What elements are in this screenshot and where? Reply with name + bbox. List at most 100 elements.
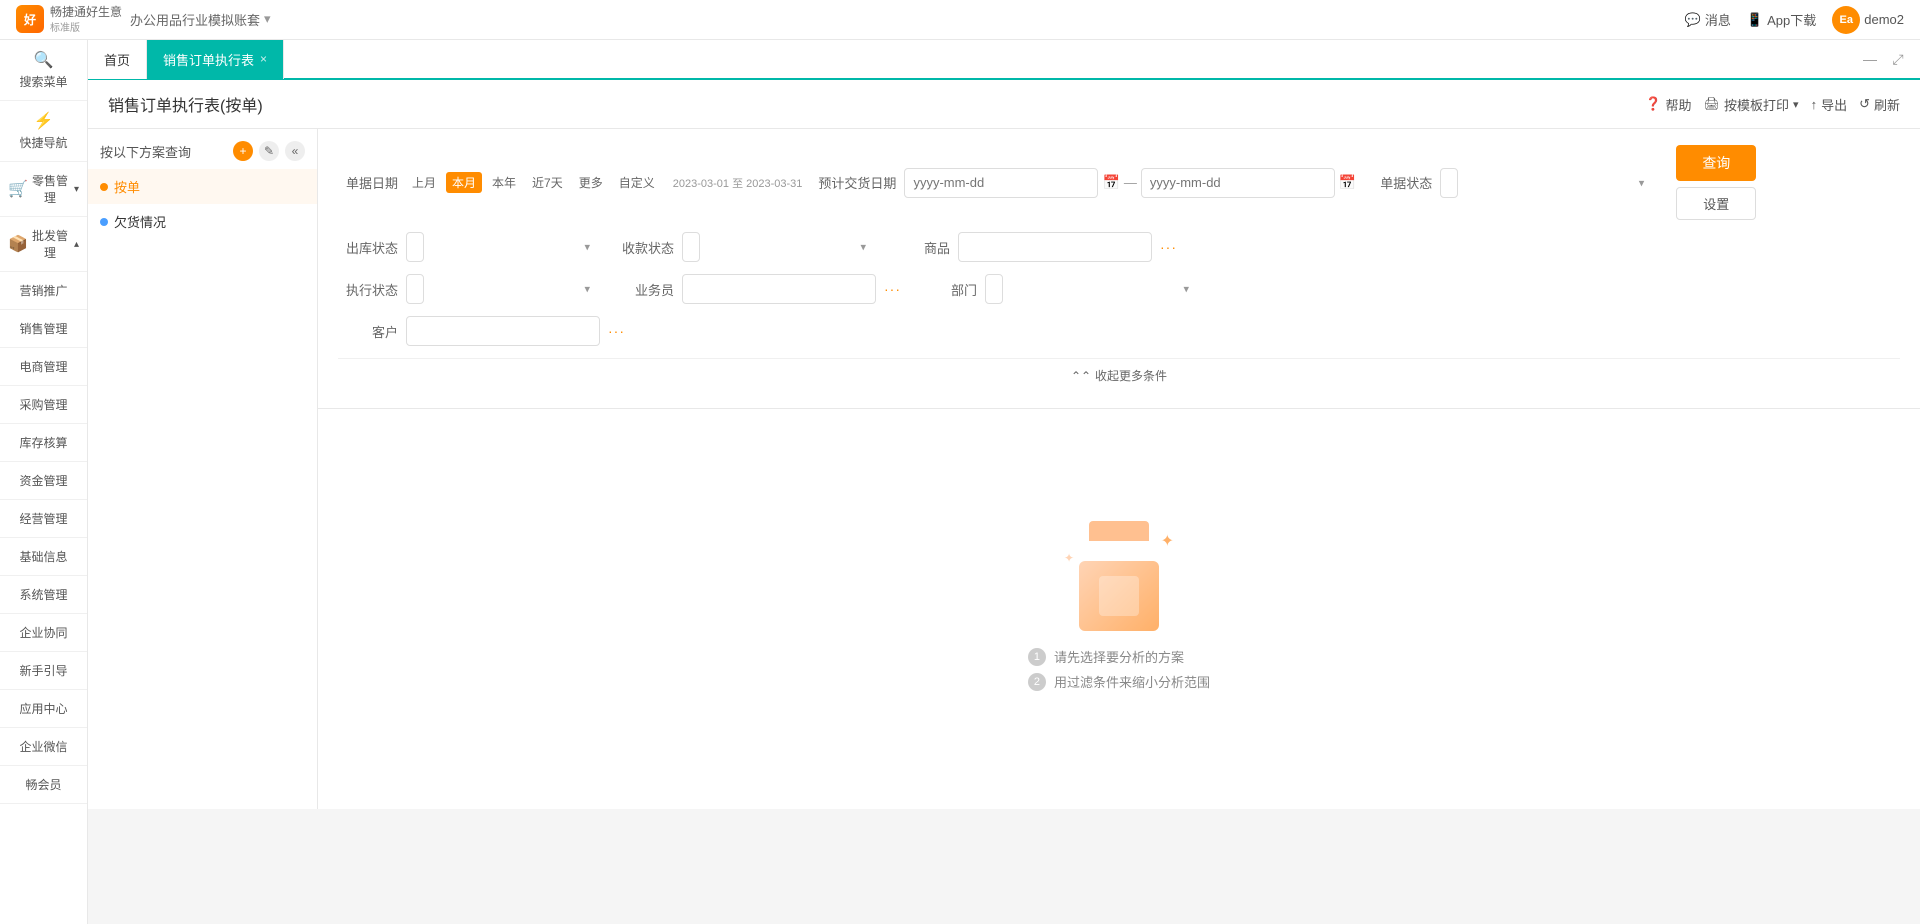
payment-status-field: 收款状态 (614, 232, 874, 262)
collapse-btn[interactable]: ⌃⌃ 收起更多条件 (1071, 367, 1167, 384)
scheme-item-debt[interactable]: 欠货情况 (88, 204, 317, 239)
sidebar-item-wholesale[interactable]: 📦 批发管理 ▴ (0, 217, 87, 272)
date-btn-this-month[interactable]: 本月 (446, 172, 482, 193)
export-btn[interactable]: ↑ 导出 (1811, 95, 1848, 114)
message-label: 消息 (1705, 10, 1731, 29)
refresh-icon: ↺ (1859, 96, 1870, 112)
empty-step-2: 2 用过滤条件来缩小分析范围 (1028, 672, 1210, 691)
sidebar-item-marketing[interactable]: 营销推广 (0, 272, 87, 310)
add-scheme-btn[interactable]: + (233, 141, 253, 161)
goods-input[interactable] (958, 232, 1152, 262)
sidebar-item-ecommerce[interactable]: 电商管理 (0, 348, 87, 386)
sidebar-item-label: 基础信息 (19, 548, 67, 565)
sidebar-item-retail[interactable]: 🛒 零售管理 ▾ (0, 162, 87, 217)
collapse-icon: ⌃⌃ (1071, 369, 1091, 383)
edit-scheme-btn[interactable]: ✎ (259, 141, 279, 161)
sidebar-item-search-menu[interactable]: 🔍 搜索菜单 (0, 40, 87, 101)
sidebar-item-guide[interactable]: 新手引导 (0, 652, 87, 690)
expected-date-label: 预计交货日期 (818, 173, 896, 192)
collapse-label: 收起更多条件 (1095, 367, 1167, 384)
top-bar: 好 畅捷通好生意 标准版 办公用品行业模拟账套 ▾ 💬 消息 📱 App下载 E… (0, 0, 1920, 40)
minimize-btn[interactable]: — (1860, 49, 1880, 69)
top-bar-right: 💬 消息 📱 App下载 Ea demo2 (1685, 6, 1904, 34)
order-date-label: 单据日期 (338, 173, 398, 192)
maximize-btn[interactable]: ⤢ (1888, 49, 1908, 69)
breadcrumb-text: 办公用品行业模拟账套 (130, 10, 260, 29)
calendar-start-icon[interactable]: 📅 (1102, 174, 1119, 191)
sidebar-item-purchase[interactable]: 采购管理 (0, 386, 87, 424)
left-panel-icons: + ✎ « (233, 141, 305, 161)
delivery-status-label: 出库状态 (338, 238, 398, 257)
goods-more-icon[interactable]: ··· (1160, 239, 1177, 255)
date-btn-more[interactable]: 更多 (573, 172, 609, 193)
sidebar-item-label: 快捷导航 (19, 134, 67, 151)
tab-sales-order[interactable]: 销售订单执行表 × (147, 40, 284, 79)
help-btn[interactable]: ❓ 帮助 (1645, 95, 1691, 114)
template-print-btn[interactable]: 🖨 按模板打印 ▾ (1704, 95, 1799, 114)
sidebar-item-member[interactable]: 畅会员 (0, 766, 87, 804)
sidebar-item-inventory[interactable]: 库存核算 (0, 424, 87, 462)
order-status-field: 单据状态 (1372, 168, 1652, 198)
refresh-btn[interactable]: ↺ 刷新 (1859, 95, 1900, 114)
left-panel: 按以下方案查询 + ✎ « 按单 欠货情况 (88, 129, 318, 809)
order-status-select[interactable] (1440, 168, 1458, 198)
empty-steps: 1 请先选择要分析的方案 2 用过滤条件来缩小分析范围 (1028, 647, 1210, 697)
sidebar-item-system[interactable]: 系统管理 (0, 576, 87, 614)
sidebar-item-wechat[interactable]: 企业微信 (0, 728, 87, 766)
payment-status-select-wrapper (682, 232, 874, 262)
sidebar-item-enterprise[interactable]: 企业协同 (0, 614, 87, 652)
tab-close-icon[interactable]: × (260, 52, 267, 66)
payment-status-select[interactable] (682, 232, 700, 262)
salesperson-input[interactable] (682, 274, 876, 304)
message-btn[interactable]: 💬 消息 (1685, 10, 1731, 29)
step-num-1: 1 (1028, 648, 1046, 666)
sidebar-item-finance[interactable]: 资金管理 (0, 462, 87, 500)
expected-date-end[interactable] (1141, 168, 1335, 198)
message-icon: 💬 (1685, 12, 1701, 28)
scheme-item-by-order[interactable]: 按单 (88, 169, 317, 204)
logo-sub: 标准版 (50, 19, 122, 34)
breadcrumb-area: 办公用品行业模拟账套 ▾ (130, 10, 271, 29)
sidebar-item-app-center[interactable]: 应用中心 (0, 690, 87, 728)
top-bar-left: 好 畅捷通好生意 标准版 办公用品行业模拟账套 ▾ (16, 5, 271, 34)
customer-input[interactable] (406, 316, 600, 346)
sidebar-item-basic-info[interactable]: 基础信息 (0, 538, 87, 576)
date-btn-last-month[interactable]: 上月 (406, 172, 442, 193)
settings-btn[interactable]: 设置 (1676, 187, 1756, 220)
sidebar-item-label: 采购管理 (19, 396, 67, 413)
calendar-end-icon[interactable]: 📅 (1339, 174, 1356, 191)
department-select-wrapper (985, 274, 1197, 304)
chevron-down-icon: ▾ (1793, 98, 1799, 111)
search-menu-icon: 🔍 (34, 50, 54, 70)
order-status-label: 单据状态 (1372, 173, 1432, 192)
avatar-initials: Ea (1840, 14, 1853, 26)
retail-icon: 🛒 (8, 179, 28, 199)
scheme-dot-blue (100, 218, 108, 226)
tab-home[interactable]: 首页 (88, 40, 147, 79)
filter-row-4: 客户 ··· (338, 316, 1900, 346)
date-btn-custom[interactable]: 自定义 (613, 172, 661, 193)
expected-date-start[interactable] (904, 168, 1098, 198)
query-btn[interactable]: 查询 (1676, 145, 1756, 181)
app-download-btn[interactable]: 📱 App下载 (1747, 10, 1816, 29)
inner-layout: 按以下方案查询 + ✎ « 按单 欠货情况 (88, 129, 1920, 809)
execution-status-select[interactable] (406, 274, 424, 304)
sidebar-item-sales[interactable]: 销售管理 (0, 310, 87, 348)
empty-state: ✦ ✦ 1 请先选择要分析的方案 2 用过滤条件来缩小分析范围 (1028, 521, 1210, 697)
sidebar-item-label: 畅会员 (25, 776, 61, 793)
salesperson-more-icon[interactable]: ··· (884, 281, 901, 297)
collapse-row: ⌃⌃ 收起更多条件 (338, 358, 1900, 392)
salesperson-field: 业务员 ··· (614, 274, 901, 304)
customer-more-icon[interactable]: ··· (608, 323, 625, 339)
department-select[interactable] (985, 274, 1003, 304)
user-area[interactable]: Ea demo2 (1832, 6, 1904, 34)
collapse-panel-btn[interactable]: « (285, 141, 305, 161)
date-btn-last-7days[interactable]: 近7天 (526, 172, 569, 193)
delivery-status-select[interactable] (406, 232, 424, 262)
execution-status-select-wrapper (406, 274, 598, 304)
sidebar-item-quick-nav[interactable]: ⚡ 快捷导航 (0, 101, 87, 162)
tab-controls: — ⤢ (1860, 49, 1920, 69)
date-btn-this-year[interactable]: 本年 (486, 172, 522, 193)
sidebar-item-operations[interactable]: 经营管理 (0, 500, 87, 538)
query-buttons: 查询 设置 (1676, 145, 1756, 220)
